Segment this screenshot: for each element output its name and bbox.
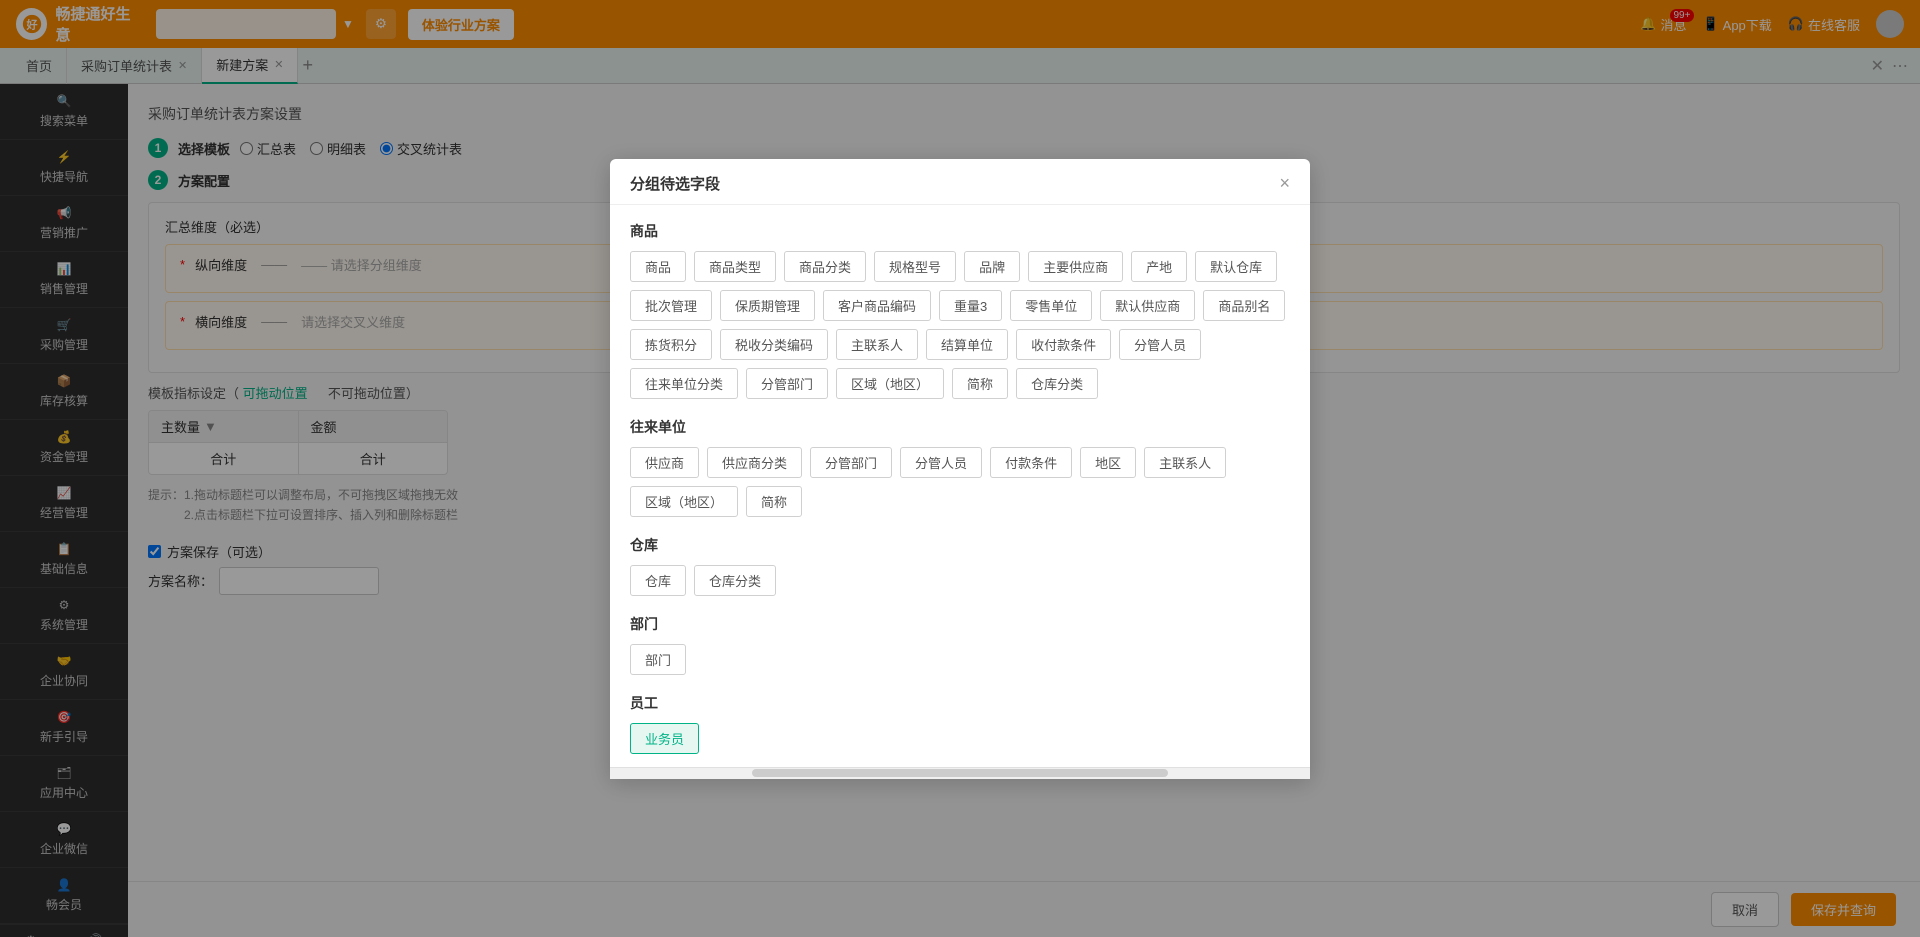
field-tag-customer-sku[interactable]: 客户商品编码 xyxy=(823,290,931,321)
field-tag-pick-score[interactable]: 拣货积分 xyxy=(630,329,712,360)
field-tag-main-contact-p[interactable]: 主联系人 xyxy=(1144,447,1226,478)
modal-title: 分组待选字段 xyxy=(630,173,720,194)
field-tag-retail-unit[interactable]: 零售单位 xyxy=(1010,290,1092,321)
field-tag-pay-condition[interactable]: 付款条件 xyxy=(990,447,1072,478)
field-tag-manager[interactable]: 分管人员 xyxy=(1119,329,1201,360)
field-tag-department[interactable]: 部门 xyxy=(630,644,686,675)
field-tag-area[interactable]: 地区 xyxy=(1080,447,1136,478)
field-tags-department: 部门 xyxy=(630,644,1290,675)
field-tag-region-p[interactable]: 区域（地区） xyxy=(630,486,738,517)
field-tag-quality-mgmt[interactable]: 保质期管理 xyxy=(720,290,815,321)
field-group-employee: 员工 业务员 xyxy=(630,693,1290,754)
field-tag-settle-unit[interactable]: 结算单位 xyxy=(926,329,1008,360)
field-tag-product[interactable]: 商品 xyxy=(630,251,686,282)
field-tag-salesperson[interactable]: 业务员 xyxy=(630,723,699,754)
field-group-warehouse-title: 仓库 xyxy=(630,535,1290,555)
field-tag-short-p[interactable]: 简称 xyxy=(746,486,802,517)
field-tag-tax-code[interactable]: 税收分类编码 xyxy=(720,329,828,360)
field-group-employee-title: 员工 xyxy=(630,693,1290,713)
field-group-product: 商品 商品 商品类型 商品分类 规格型号 品牌 主要供应商 产地 默认仓库 批次… xyxy=(630,221,1290,399)
field-tag-warehouse-cat[interactable]: 仓库分类 xyxy=(694,565,776,596)
field-tag-warehouse[interactable]: 仓库 xyxy=(630,565,686,596)
field-tag-dept[interactable]: 分管部门 xyxy=(746,368,828,399)
field-tag-default-supplier[interactable]: 默认供应商 xyxy=(1100,290,1195,321)
field-selection-modal: 分组待选字段 × 商品 商品 商品类型 商品分类 规格型号 品牌 主要供应商 产… xyxy=(610,159,1310,779)
field-group-department: 部门 部门 xyxy=(630,614,1290,675)
modal-header: 分组待选字段 × xyxy=(610,159,1310,205)
field-group-product-title: 商品 xyxy=(630,221,1290,241)
field-tags-warehouse: 仓库 仓库分类 xyxy=(630,565,1290,596)
field-group-partner: 往来单位 供应商 供应商分类 分管部门 分管人员 付款条件 地区 主联系人 区域… xyxy=(630,417,1290,517)
field-tag-warehouse-category[interactable]: 仓库分类 xyxy=(1016,368,1098,399)
field-tag-origin[interactable]: 产地 xyxy=(1131,251,1187,282)
field-group-warehouse: 仓库 仓库 仓库分类 xyxy=(630,535,1290,596)
field-tag-main-contact[interactable]: 主联系人 xyxy=(836,329,918,360)
modal-body[interactable]: 商品 商品 商品类型 商品分类 规格型号 品牌 主要供应商 产地 默认仓库 批次… xyxy=(610,205,1310,768)
field-tag-manage-person[interactable]: 分管人员 xyxy=(900,447,982,478)
field-tag-payment-terms[interactable]: 收付款条件 xyxy=(1016,329,1111,360)
modal-overlay: 分组待选字段 × 商品 商品 商品类型 商品分类 规格型号 品牌 主要供应商 产… xyxy=(0,0,1920,937)
field-tag-main-supplier[interactable]: 主要供应商 xyxy=(1028,251,1123,282)
field-tag-brand[interactable]: 品牌 xyxy=(964,251,1020,282)
field-tag-default-warehouse[interactable]: 默认仓库 xyxy=(1195,251,1277,282)
field-tag-spec-model[interactable]: 规格型号 xyxy=(874,251,956,282)
field-tag-product-alias[interactable]: 商品别名 xyxy=(1203,290,1285,321)
field-tag-partner-category[interactable]: 往来单位分类 xyxy=(630,368,738,399)
field-tag-product-type[interactable]: 商品类型 xyxy=(694,251,776,282)
field-tag-weight3[interactable]: 重量3 xyxy=(939,290,1002,321)
field-tags-employee: 业务员 xyxy=(630,723,1290,754)
modal-close-button[interactable]: × xyxy=(1279,173,1290,194)
field-tags-partner: 供应商 供应商分类 分管部门 分管人员 付款条件 地区 主联系人 区域（地区） … xyxy=(630,447,1290,517)
field-tag-manage-dept[interactable]: 分管部门 xyxy=(810,447,892,478)
field-group-partner-title: 往来单位 xyxy=(630,417,1290,437)
field-tags-product: 商品 商品类型 商品分类 规格型号 品牌 主要供应商 产地 默认仓库 批次管理 … xyxy=(630,251,1290,399)
field-tag-supplier[interactable]: 供应商 xyxy=(630,447,699,478)
field-tag-product-category[interactable]: 商品分类 xyxy=(784,251,866,282)
field-tag-shortname[interactable]: 简称 xyxy=(952,368,1008,399)
field-tag-supplier-category[interactable]: 供应商分类 xyxy=(707,447,802,478)
field-tag-batch-mgmt[interactable]: 批次管理 xyxy=(630,290,712,321)
scroll-thumb xyxy=(752,769,1167,777)
field-group-department-title: 部门 xyxy=(630,614,1290,634)
field-tag-region[interactable]: 区域（地区） xyxy=(836,368,944,399)
modal-footer-scrollbar[interactable] xyxy=(610,767,1310,778)
